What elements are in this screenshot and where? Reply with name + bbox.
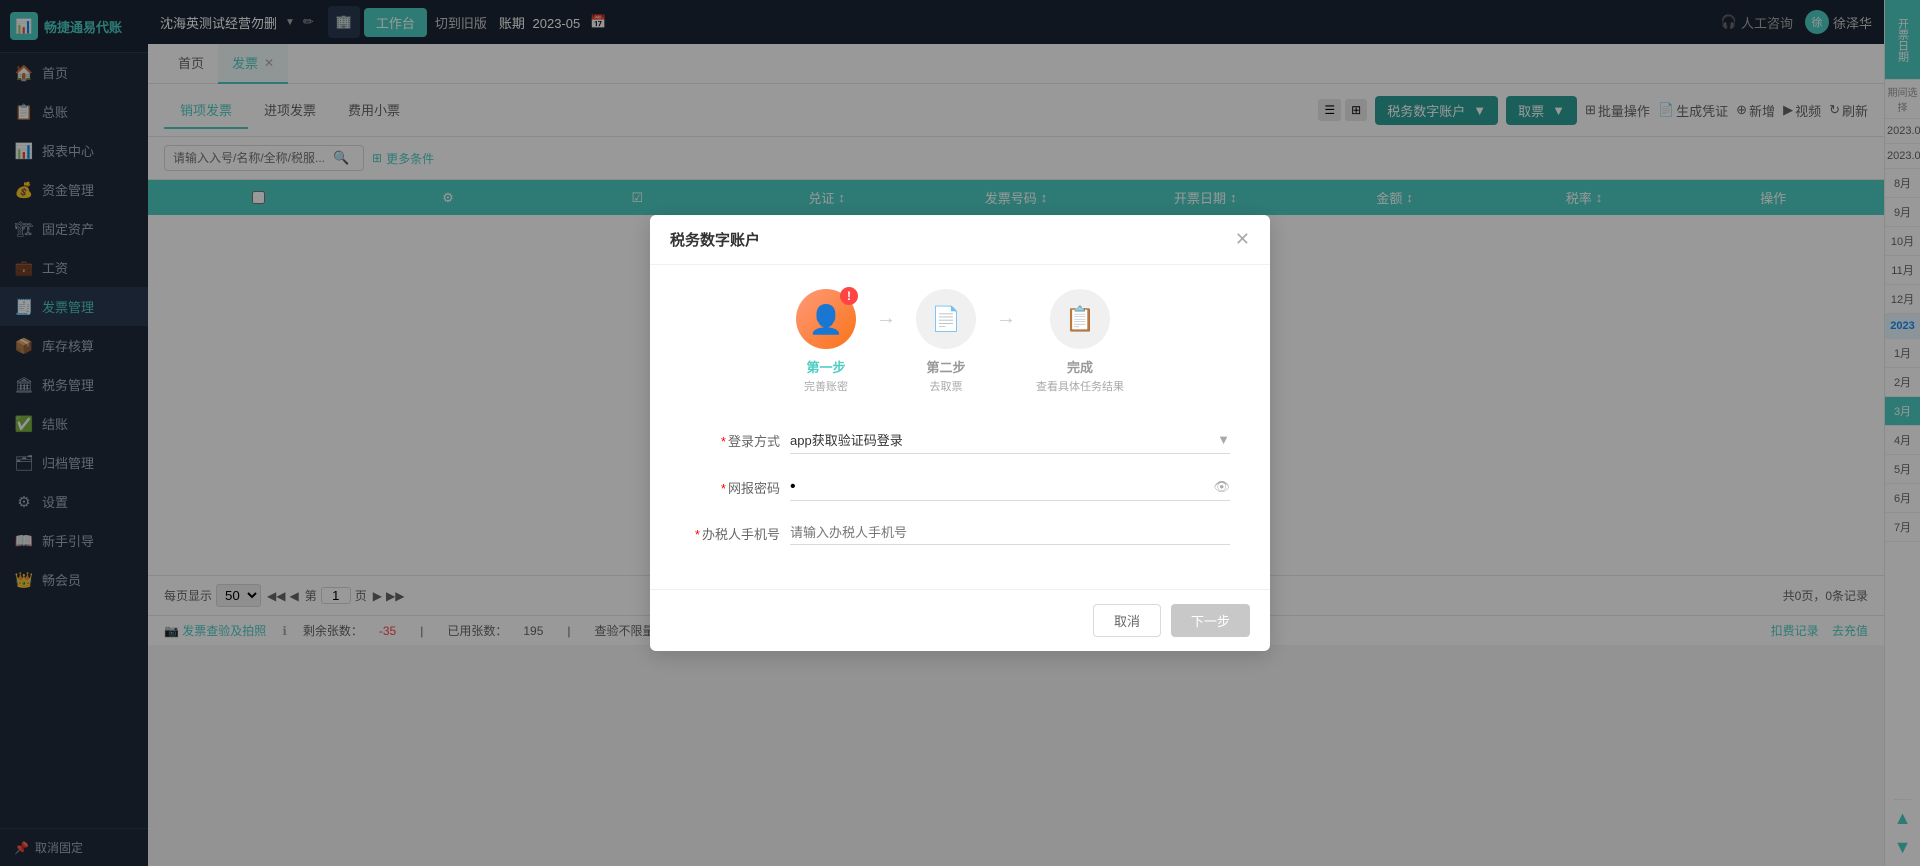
login-method-select[interactable]: app获取验证码登录 ▼: [790, 426, 1230, 454]
select-dropdown-icon: ▼: [1217, 432, 1230, 447]
password-row: 网报密码 👁: [690, 474, 1230, 501]
modal-header: 税务数字账户 ✕: [650, 215, 1270, 265]
phone-label: 办税人手机号: [690, 524, 790, 543]
login-method-control[interactable]: app获取验证码登录 ▼: [790, 426, 1230, 454]
step3-icon-wrap: 📋: [1050, 289, 1110, 349]
step1-label: 第一步: [806, 357, 845, 376]
login-method-row: 登录方式 app获取验证码登录 ▼: [690, 426, 1230, 454]
step3-icon: 📋: [1065, 305, 1095, 334]
eye-icon[interactable]: 👁: [1213, 479, 1230, 495]
tax-digital-modal: 税务数字账户 ✕ 👤 ! 第一步 完善账密 →: [650, 215, 1270, 651]
password-label: 网报密码: [690, 478, 790, 497]
step1-icon: 👤: [809, 303, 844, 336]
phone-row: 办税人手机号: [690, 521, 1230, 545]
steps: 👤 ! 第一步 完善账密 → 📄 第二步 去取票: [690, 289, 1230, 394]
modal-overlay: 税务数字账户 ✕ 👤 ! 第一步 完善账密 →: [0, 0, 1920, 866]
step1-sublabel: 完善账密: [804, 378, 848, 394]
modal-close-btn[interactable]: ✕: [1235, 229, 1250, 250]
step1-icon-wrap: 👤 !: [796, 289, 856, 349]
step-1: 👤 ! 第一步 完善账密: [796, 289, 856, 394]
step3-sublabel: 查看具体任务结果: [1036, 378, 1124, 394]
password-input[interactable]: [790, 478, 1213, 496]
step2-icon: 📄: [931, 305, 961, 334]
step3-label: 完成: [1067, 357, 1093, 376]
next-button[interactable]: 下一步: [1171, 604, 1250, 637]
cancel-button[interactable]: 取消: [1093, 604, 1161, 637]
phone-control: [790, 521, 1230, 545]
step1-badge: !: [840, 287, 858, 305]
step2-sublabel: 去取票: [930, 378, 963, 394]
password-input-wrap[interactable]: 👁: [790, 474, 1230, 501]
phone-input[interactable]: [790, 525, 1230, 540]
phone-input-wrap[interactable]: [790, 521, 1230, 545]
login-method-value: app获取验证码登录: [790, 430, 903, 449]
step-arrow-1: →: [856, 289, 916, 330]
modal-footer: 取消 下一步: [650, 589, 1270, 651]
modal-title: 税务数字账户: [670, 229, 760, 250]
step2-icon-wrap: 📄: [916, 289, 976, 349]
login-method-label: 登录方式: [690, 431, 790, 450]
password-control: 👁: [790, 474, 1230, 501]
step-arrow-2: →: [976, 289, 1036, 330]
modal-body: 👤 ! 第一步 完善账密 → 📄 第二步 去取票: [650, 265, 1270, 589]
step-2: 📄 第二步 去取票: [916, 289, 976, 394]
step2-label: 第二步: [926, 357, 965, 376]
step-3: 📋 完成 查看具体任务结果: [1036, 289, 1124, 394]
